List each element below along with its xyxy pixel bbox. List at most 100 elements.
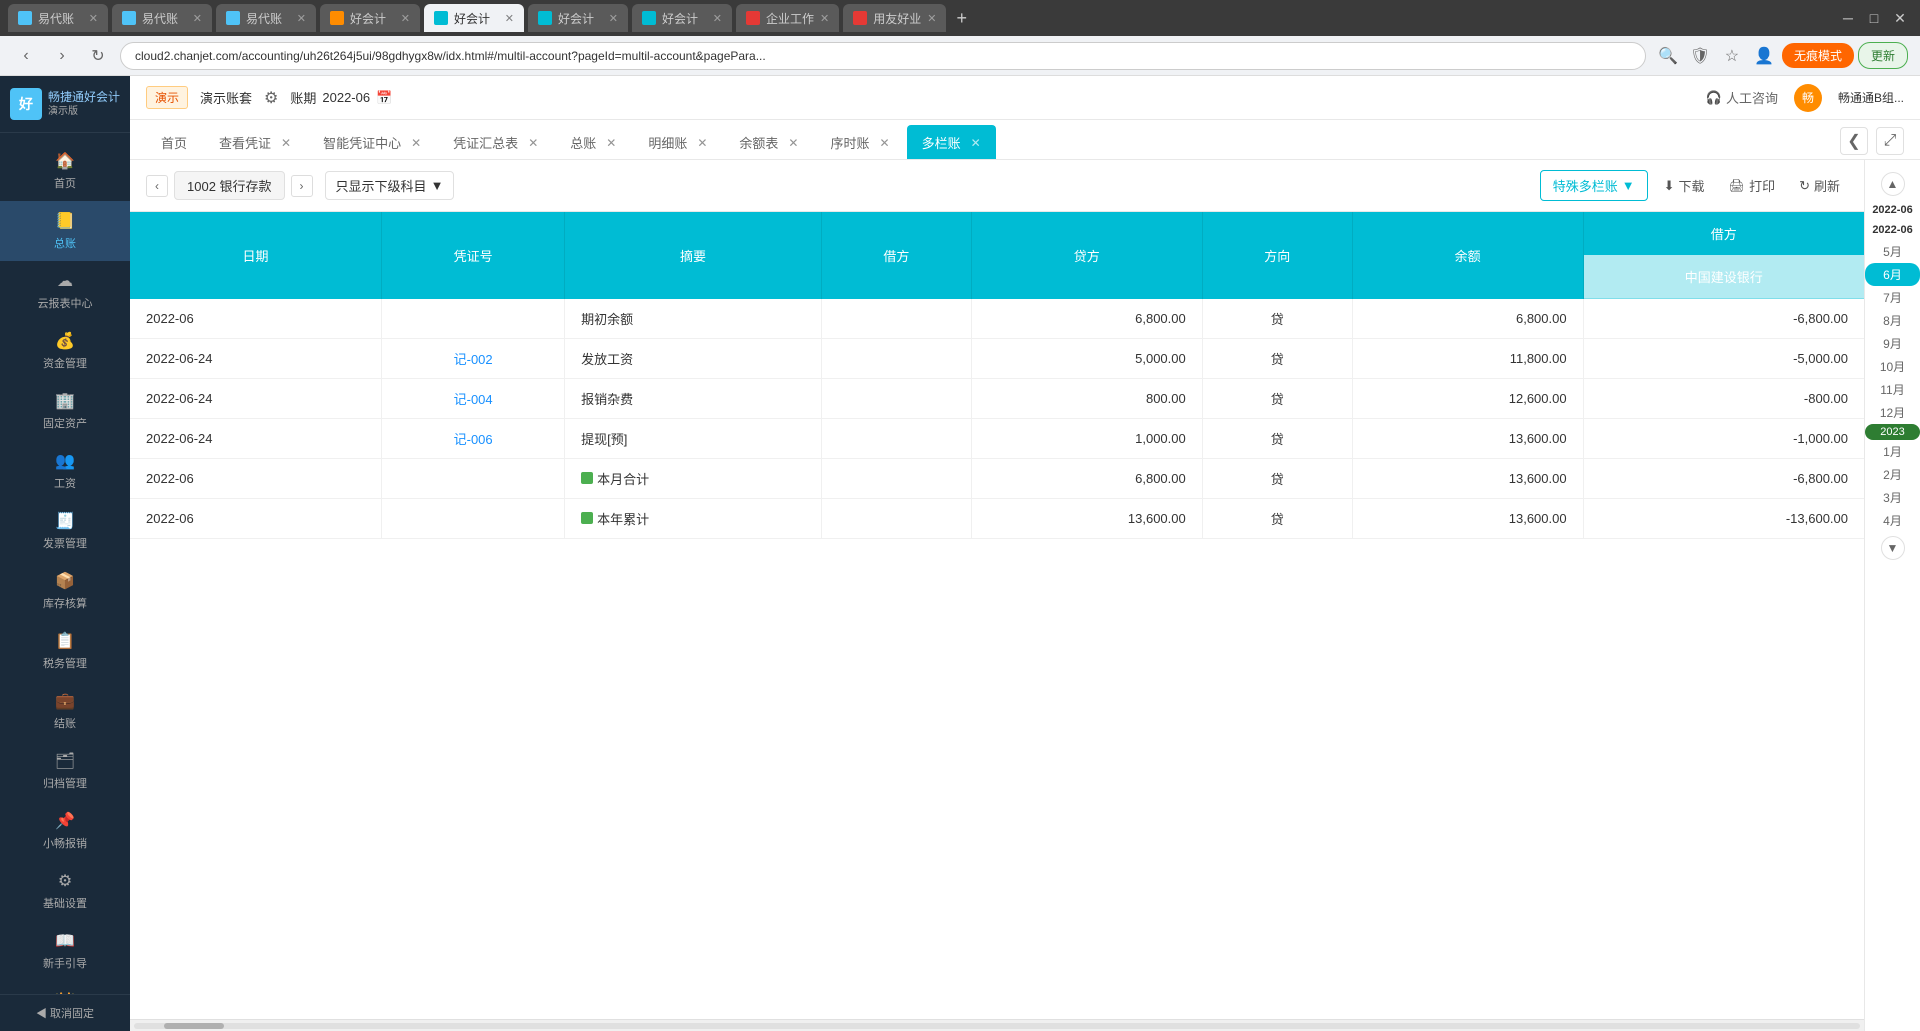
page-tab-general-ledger[interactable]: 总账 ✕ bbox=[555, 125, 631, 159]
tab-close-5[interactable]: ✕ bbox=[505, 12, 514, 25]
tab-5[interactable]: 好会计 ✕ bbox=[424, 4, 524, 32]
close-general-tab[interactable]: ✕ bbox=[606, 136, 616, 150]
tab-3[interactable]: 易代账 ✕ bbox=[216, 4, 316, 32]
close-smart-tab[interactable]: ✕ bbox=[411, 136, 421, 150]
timeline-month-3[interactable]: 3月 bbox=[1865, 486, 1920, 509]
back-button[interactable]: ‹ bbox=[12, 42, 40, 70]
sidebar-item-tax[interactable]: 📋 税务管理 bbox=[0, 621, 130, 681]
help-button[interactable]: 🎧 人工咨询 bbox=[1706, 88, 1778, 107]
timeline-scroll-up[interactable]: ▲ bbox=[1881, 172, 1905, 196]
wuhen-button[interactable]: 无痕模式 bbox=[1782, 43, 1854, 68]
star-icon[interactable]: ☆ bbox=[1718, 42, 1746, 70]
voucher-link[interactable]: 记-006 bbox=[454, 432, 493, 447]
voucher-link[interactable]: 记-002 bbox=[454, 352, 493, 367]
sidebar-item-close[interactable]: 💼 结账 bbox=[0, 681, 130, 741]
refresh-button[interactable]: ↻ 刷新 bbox=[1791, 171, 1848, 200]
sidebar-label-funds: 资金管理 bbox=[43, 355, 87, 371]
tab-4[interactable]: 好会计 ✕ bbox=[320, 4, 420, 32]
close-sequence-tab[interactable]: ✕ bbox=[880, 136, 890, 150]
sidebar-item-assets[interactable]: 🏢 固定资产 bbox=[0, 381, 130, 441]
refresh-icon: ↻ bbox=[1799, 178, 1810, 194]
new-tab-button[interactable]: + bbox=[950, 8, 973, 29]
close-multicol-tab[interactable]: ✕ bbox=[971, 136, 981, 150]
tab-close-3[interactable]: ✕ bbox=[297, 12, 306, 25]
tab-expand-button[interactable]: ⤢ bbox=[1876, 127, 1904, 155]
page-tab-home[interactable]: 首页 bbox=[146, 125, 202, 159]
timeline-month-6[interactable]: 6月 bbox=[1865, 263, 1920, 286]
horizontal-scrollbar[interactable] bbox=[130, 1019, 1864, 1031]
tab-2[interactable]: 易代账 ✕ bbox=[112, 4, 212, 32]
multi-col-button[interactable]: 特殊多栏账 ▼ bbox=[1540, 170, 1648, 201]
sidebar-item-member[interactable]: 👑 畅会员 bbox=[0, 981, 130, 994]
close-detail-tab[interactable]: ✕ bbox=[697, 136, 707, 150]
page-tab-smart-voucher[interactable]: 智能凭证中心 ✕ bbox=[308, 125, 436, 159]
sidebar-item-ledger[interactable]: 📒 总账 bbox=[0, 201, 130, 261]
page-tab-detail-ledger[interactable]: 明细账 ✕ bbox=[633, 125, 722, 159]
close-button[interactable]: ✕ bbox=[1888, 6, 1912, 30]
unpin-button[interactable]: ◀ 取消固定 bbox=[10, 1005, 120, 1021]
prev-account-button[interactable]: ‹ bbox=[146, 175, 168, 197]
tab-close-1[interactable]: ✕ bbox=[89, 12, 98, 25]
timeline-month-7[interactable]: 7月 bbox=[1865, 286, 1920, 309]
tab-close-9[interactable]: ✕ bbox=[927, 12, 936, 25]
page-tab-voucher-summary[interactable]: 凭证汇总表 ✕ bbox=[438, 125, 553, 159]
sub-filter-dropdown[interactable]: 只显示下级科目 ▼ bbox=[325, 171, 455, 200]
maximize-button[interactable]: □ bbox=[1862, 6, 1886, 30]
close-voucher-tab[interactable]: ✕ bbox=[281, 136, 291, 150]
reload-button[interactable]: ↻ bbox=[84, 42, 112, 70]
calendar-icon[interactable]: 📅 bbox=[376, 90, 392, 106]
scrollbar-thumb[interactable] bbox=[164, 1023, 224, 1029]
timeline-month-11[interactable]: 11月 bbox=[1865, 378, 1920, 401]
sidebar-item-inventory[interactable]: 📦 库存核算 bbox=[0, 561, 130, 621]
timeline-month-5[interactable]: 5月 bbox=[1865, 240, 1920, 263]
tab-8[interactable]: 企业工作 ✕ bbox=[736, 4, 839, 32]
sidebar-item-guide[interactable]: 📖 新手引导 bbox=[0, 921, 130, 981]
tab-1[interactable]: 易代账 ✕ bbox=[8, 4, 108, 32]
timeline-month-2[interactable]: 2月 bbox=[1865, 463, 1920, 486]
timeline-month-8[interactable]: 8月 bbox=[1865, 309, 1920, 332]
minimize-button[interactable]: ─ bbox=[1836, 6, 1860, 30]
page-tab-voucher[interactable]: 查看凭证 ✕ bbox=[204, 125, 306, 159]
page-tab-balance[interactable]: 余额表 ✕ bbox=[724, 125, 813, 159]
tab-collapse-button[interactable]: ❮ bbox=[1840, 127, 1868, 155]
sidebar-item-salary[interactable]: 👥 工资 bbox=[0, 441, 130, 501]
sidebar-item-invoice[interactable]: 🧾 发票管理 bbox=[0, 501, 130, 561]
tab-close-7[interactable]: ✕ bbox=[713, 12, 722, 25]
search-icon[interactable]: 🔍 bbox=[1654, 42, 1682, 70]
timeline-month-9[interactable]: 9月 bbox=[1865, 332, 1920, 355]
tab-7[interactable]: 好会计 ✕ bbox=[632, 4, 732, 32]
tab-6[interactable]: 好会计 ✕ bbox=[528, 4, 628, 32]
timeline-month-1[interactable]: 1月 bbox=[1865, 440, 1920, 463]
sidebar-item-home[interactable]: 🏠 首页 bbox=[0, 141, 130, 201]
sidebar-item-funds[interactable]: 💰 资金管理 bbox=[0, 321, 130, 381]
voucher-link[interactable]: 记-004 bbox=[454, 392, 493, 407]
tab-icon-9 bbox=[853, 11, 867, 25]
tab-close-6[interactable]: ✕ bbox=[609, 12, 618, 25]
print-button[interactable]: 🖨 打印 bbox=[1721, 171, 1784, 200]
forward-button[interactable]: › bbox=[48, 42, 76, 70]
sidebar-item-expense[interactable]: 📌 小畅报销 bbox=[0, 801, 130, 861]
timeline-month-10[interactable]: 10月 bbox=[1865, 355, 1920, 378]
tab-close-4[interactable]: ✕ bbox=[401, 12, 410, 25]
next-account-button[interactable]: › bbox=[291, 175, 313, 197]
tab-9[interactable]: 用友好业 ✕ bbox=[843, 4, 946, 32]
timeline-scroll-down[interactable]: ▼ bbox=[1881, 536, 1905, 560]
sidebar-item-settings[interactable]: ⚙ 基础设置 bbox=[0, 861, 130, 921]
sidebar-item-archive[interactable]: 🗂 归档管理 bbox=[0, 741, 130, 801]
download-button[interactable]: ⬇ 下载 bbox=[1656, 171, 1713, 200]
page-tab-sequence[interactable]: 序时账 ✕ bbox=[815, 125, 904, 159]
profile-icon[interactable]: 👤 bbox=[1750, 42, 1778, 70]
update-button[interactable]: 更新 bbox=[1858, 42, 1908, 69]
account-settings-icon[interactable]: ⚙ bbox=[264, 88, 278, 108]
page-tab-bar: 首页 查看凭证 ✕ 智能凭证中心 ✕ 凭证汇总表 ✕ 总账 ✕ 明细账 ✕ bbox=[130, 120, 1920, 160]
timeline-month-12[interactable]: 12月 bbox=[1865, 401, 1920, 424]
tab-close-2[interactable]: ✕ bbox=[193, 12, 202, 25]
close-summary-tab[interactable]: ✕ bbox=[528, 136, 538, 150]
tab-close-8[interactable]: ✕ bbox=[820, 12, 829, 25]
address-input[interactable] bbox=[120, 42, 1646, 70]
tab-label-9: 用友好业 bbox=[873, 10, 921, 27]
close-balance-tab[interactable]: ✕ bbox=[788, 136, 798, 150]
timeline-month-4[interactable]: 4月 bbox=[1865, 509, 1920, 532]
sidebar-item-cloud-report[interactable]: ☁ 云报表中心 bbox=[0, 261, 130, 321]
page-tab-multi-col[interactable]: 多栏账 ✕ bbox=[907, 125, 996, 159]
